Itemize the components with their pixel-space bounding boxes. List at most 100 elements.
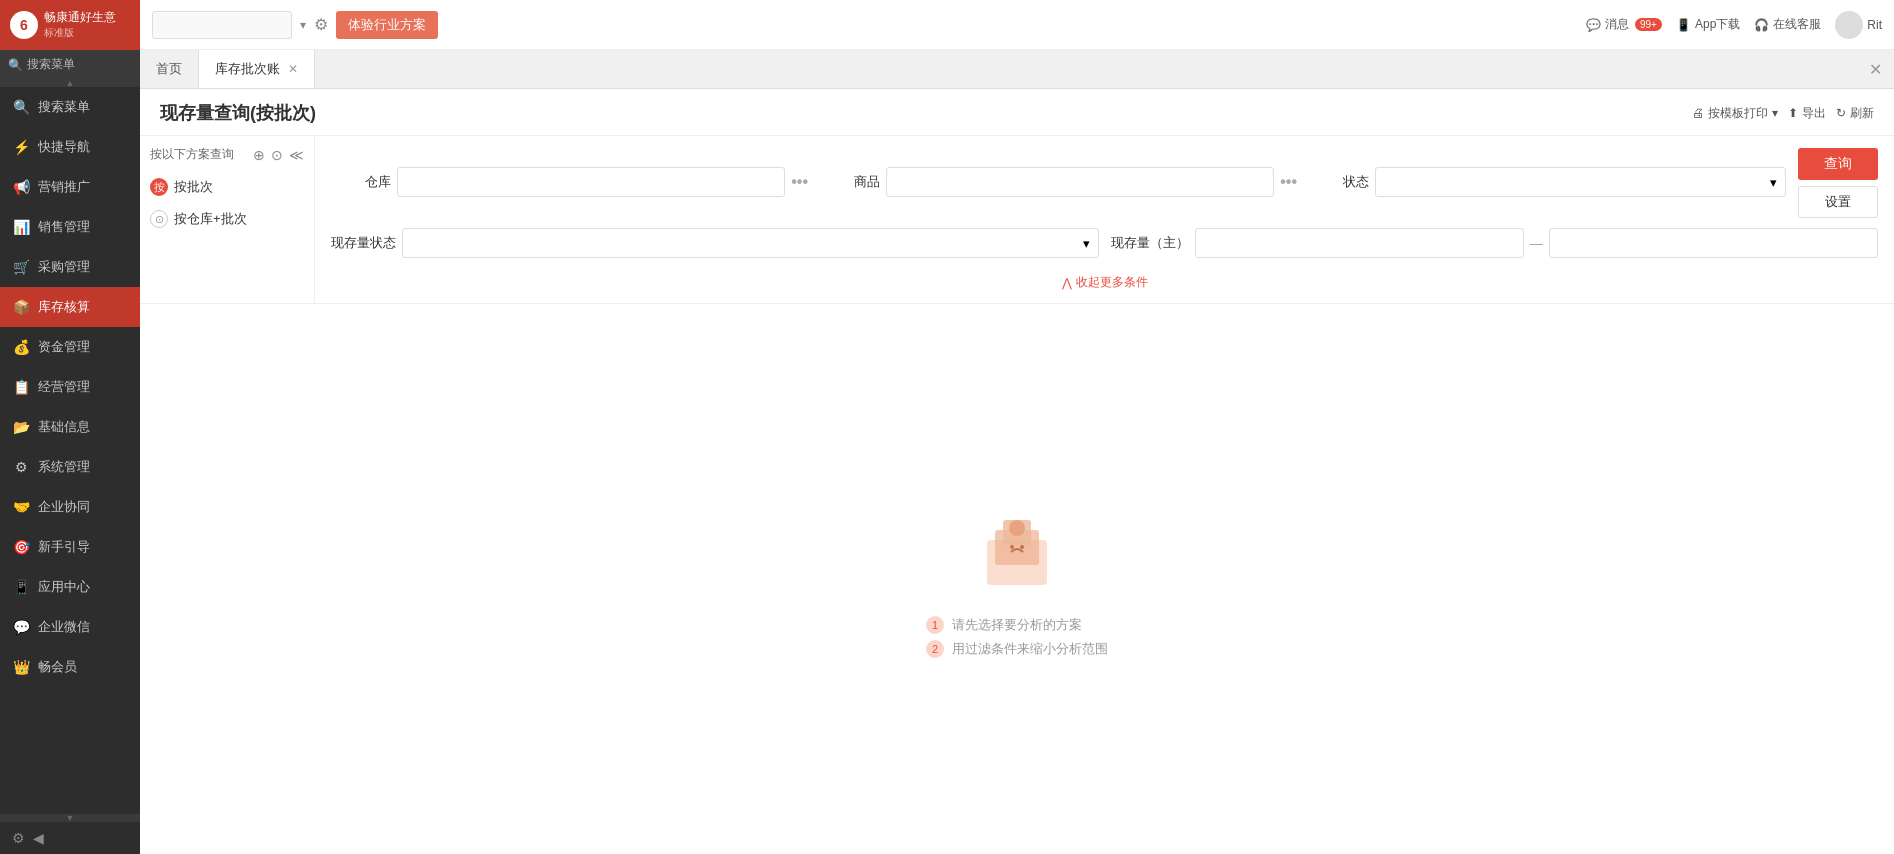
collapse-conditions-button[interactable]: ⋀ 收起更多条件 bbox=[331, 268, 1878, 297]
search-icon: 🔍 bbox=[12, 99, 30, 115]
scheme-inactive-icon: ⊙ bbox=[150, 210, 168, 228]
scheme-item-by-batch-label: 按批次 bbox=[174, 178, 213, 196]
wechat-icon: 💬 bbox=[12, 619, 30, 635]
tab-close-main-icon[interactable]: ✕ bbox=[1869, 60, 1882, 79]
experience-industry-button[interactable]: 体验行业方案 bbox=[336, 11, 438, 39]
purchase-icon: 🛒 bbox=[12, 259, 30, 275]
warehouse-label: 仓库 bbox=[331, 173, 391, 191]
status-select-arrow: ▾ bbox=[1770, 175, 1777, 190]
sidebar-scroll-up[interactable]: ▲ bbox=[0, 79, 140, 87]
sidebar-item-quick-nav[interactable]: ⚡快捷导航 bbox=[0, 127, 140, 167]
tab-home-label: 首页 bbox=[156, 60, 182, 78]
sidebar-item-wechat[interactable]: 💬企业微信 bbox=[0, 607, 140, 647]
topbar-messages[interactable]: 💬 消息 99+ bbox=[1586, 16, 1662, 33]
scheme-actions: ⊕ ⊙ ≪ bbox=[253, 147, 304, 163]
query-button[interactable]: 查询 bbox=[1798, 148, 1878, 180]
sidebar-header: 6 畅康通好生意 标准版 bbox=[0, 0, 140, 50]
warehouse-input[interactable] bbox=[397, 167, 785, 197]
product-more-icon[interactable]: ••• bbox=[1280, 173, 1297, 191]
tab-bar: 首页 库存批次账 ✕ ✕ bbox=[140, 50, 1894, 89]
empty-state: 1请先选择要分析的方案 2用过滤条件来缩小分析范围 bbox=[140, 304, 1894, 854]
add-scheme-icon[interactable]: ⊕ bbox=[253, 147, 265, 163]
quick-nav-icon: ⚡ bbox=[12, 139, 30, 155]
vip-icon: 👑 bbox=[12, 659, 30, 675]
tab-batch-account[interactable]: 库存批次账 ✕ bbox=[199, 50, 315, 88]
sidebar-edition: 标准版 bbox=[44, 26, 116, 40]
empty-tip-item: 2用过滤条件来缩小分析范围 bbox=[926, 640, 1108, 658]
finance-icon: 💰 bbox=[12, 339, 30, 355]
sidebar-item-system[interactable]: ⚙系统管理 bbox=[0, 447, 140, 487]
tab-close-icon[interactable]: ✕ bbox=[288, 62, 298, 76]
search-icon: 🔍 bbox=[8, 58, 23, 72]
status-select[interactable]: ▾ bbox=[1375, 167, 1786, 197]
tab-home[interactable]: 首页 bbox=[140, 50, 199, 88]
inventory-status-field: 现存量状态 ▾ bbox=[331, 228, 1099, 258]
scheme-item-by-batch[interactable]: 按 按批次 bbox=[140, 171, 314, 203]
sidebar-item-purchase[interactable]: 🛒采购管理 bbox=[0, 247, 140, 287]
sidebar-search-item[interactable]: 🔍 搜索菜单 bbox=[0, 50, 140, 79]
topbar-online-service[interactable]: 🎧 在线客服 bbox=[1754, 16, 1821, 33]
sidebar-item-appstore[interactable]: 📱应用中心 bbox=[0, 567, 140, 607]
settings-scheme-icon[interactable]: ⊙ bbox=[271, 147, 283, 163]
sidebar-item-vip[interactable]: 👑畅会员 bbox=[0, 647, 140, 687]
amount-dash: — bbox=[1530, 236, 1543, 251]
app-download-icon: 📱 bbox=[1676, 18, 1691, 32]
svg-point-3 bbox=[1009, 520, 1025, 536]
inventory-status-select[interactable]: ▾ bbox=[402, 228, 1099, 258]
operations-icon: 📋 bbox=[12, 379, 30, 395]
sidebar-item-basic[interactable]: 📂基础信息 bbox=[0, 407, 140, 447]
nav-search-input[interactable] bbox=[152, 11, 292, 39]
scheme-item-warehouse-batch[interactable]: ⊙ 按仓库+批次 bbox=[140, 203, 314, 235]
sidebar-item-search[interactable]: 🔍搜索菜单 bbox=[0, 87, 140, 127]
topbar: ▾ ⚙ 体验行业方案 💬 消息 99+ 📱 App下载 🎧 在线客服 Rit bbox=[140, 0, 1894, 50]
newbie-icon: 🎯 bbox=[12, 539, 30, 555]
sidebar-item-enterprise[interactable]: 🤝企业协同 bbox=[0, 487, 140, 527]
empty-tip-item: 1请先选择要分析的方案 bbox=[926, 616, 1108, 634]
messages-badge: 99+ bbox=[1635, 18, 1662, 31]
status-filter-field: 状态 ▾ bbox=[1309, 167, 1786, 197]
nav-dropdown-button[interactable]: ▾ bbox=[300, 18, 306, 32]
refresh-button[interactable]: ↻ 刷新 bbox=[1836, 105, 1874, 122]
page-header-actions: 🖨 按模板打印 ▾ ⬆ 导出 ↻ 刷新 bbox=[1692, 105, 1874, 122]
svg-point-4 bbox=[1010, 545, 1014, 549]
topbar-gear-button[interactable]: ⚙ bbox=[314, 15, 328, 34]
status-label: 状态 bbox=[1309, 173, 1369, 191]
service-icon: 🎧 bbox=[1754, 18, 1769, 32]
sidebar-item-marketing[interactable]: 📢营销推广 bbox=[0, 167, 140, 207]
sidebar-nav: 🔍搜索菜单⚡快捷导航📢营销推广📊销售管理🛒采购管理📦库存核算💰资金管理📋经营管理… bbox=[0, 87, 140, 814]
collapse-sidebar-icon[interactable]: ◀ bbox=[33, 830, 44, 846]
topbar-app-download[interactable]: 📱 App下载 bbox=[1676, 16, 1740, 33]
sidebar-item-sales[interactable]: 📊销售管理 bbox=[0, 207, 140, 247]
warehouse-more-icon[interactable]: ••• bbox=[791, 173, 808, 191]
sidebar-bottom: ⚙ ◀ bbox=[0, 822, 140, 854]
inventory-status-label: 现存量状态 bbox=[331, 234, 396, 252]
filter-buttons: 查询 设置 bbox=[1798, 146, 1878, 218]
sidebar-item-newbie[interactable]: 🎯新手引导 bbox=[0, 527, 140, 567]
inventory-amount-from[interactable] bbox=[1195, 228, 1524, 258]
settings-button[interactable]: 设置 bbox=[1798, 186, 1878, 218]
main-area: ▾ ⚙ 体验行业方案 💬 消息 99+ 📱 App下载 🎧 在线客服 Rit bbox=[140, 0, 1894, 854]
filter-row-2: 现存量状态 ▾ 现存量（主） — bbox=[331, 228, 1878, 258]
basic-icon: 📂 bbox=[12, 419, 30, 435]
page-header: 现存量查询(按批次) 🖨 按模板打印 ▾ ⬆ 导出 ↻ 刷新 bbox=[140, 89, 1894, 136]
sidebar: 6 畅康通好生意 标准版 🔍 搜索菜单 ▲ 🔍搜索菜单⚡快捷导航📢营销推广📊销售… bbox=[0, 0, 140, 854]
refresh-icon: ↻ bbox=[1836, 106, 1846, 120]
topbar-user[interactable]: Rit bbox=[1835, 11, 1882, 39]
inventory-amount-field: 现存量（主） — bbox=[1111, 228, 1879, 258]
sidebar-scroll-down[interactable]: ▼ bbox=[0, 814, 140, 822]
marketing-icon: 📢 bbox=[12, 179, 30, 195]
sidebar-item-inventory[interactable]: 📦库存核算 bbox=[0, 287, 140, 327]
collapse-scheme-icon[interactable]: ≪ bbox=[289, 147, 304, 163]
sidebar-item-finance[interactable]: 💰资金管理 bbox=[0, 327, 140, 367]
scheme-active-icon: 按 bbox=[150, 178, 168, 196]
product-input[interactable] bbox=[886, 167, 1274, 197]
export-button[interactable]: ⬆ 导出 bbox=[1788, 105, 1826, 122]
system-icon: ⚙ bbox=[12, 459, 30, 475]
user-avatar bbox=[1835, 11, 1863, 39]
inventory-amount-to[interactable] bbox=[1549, 228, 1878, 258]
print-dropdown-icon: ▾ bbox=[1772, 106, 1778, 120]
sidebar-item-operations[interactable]: 📋经营管理 bbox=[0, 367, 140, 407]
print-template-button[interactable]: 🖨 按模板打印 ▾ bbox=[1692, 105, 1778, 122]
empty-tips: 1请先选择要分析的方案 2用过滤条件来缩小分析范围 bbox=[926, 616, 1108, 658]
settings-icon[interactable]: ⚙ bbox=[12, 830, 25, 846]
